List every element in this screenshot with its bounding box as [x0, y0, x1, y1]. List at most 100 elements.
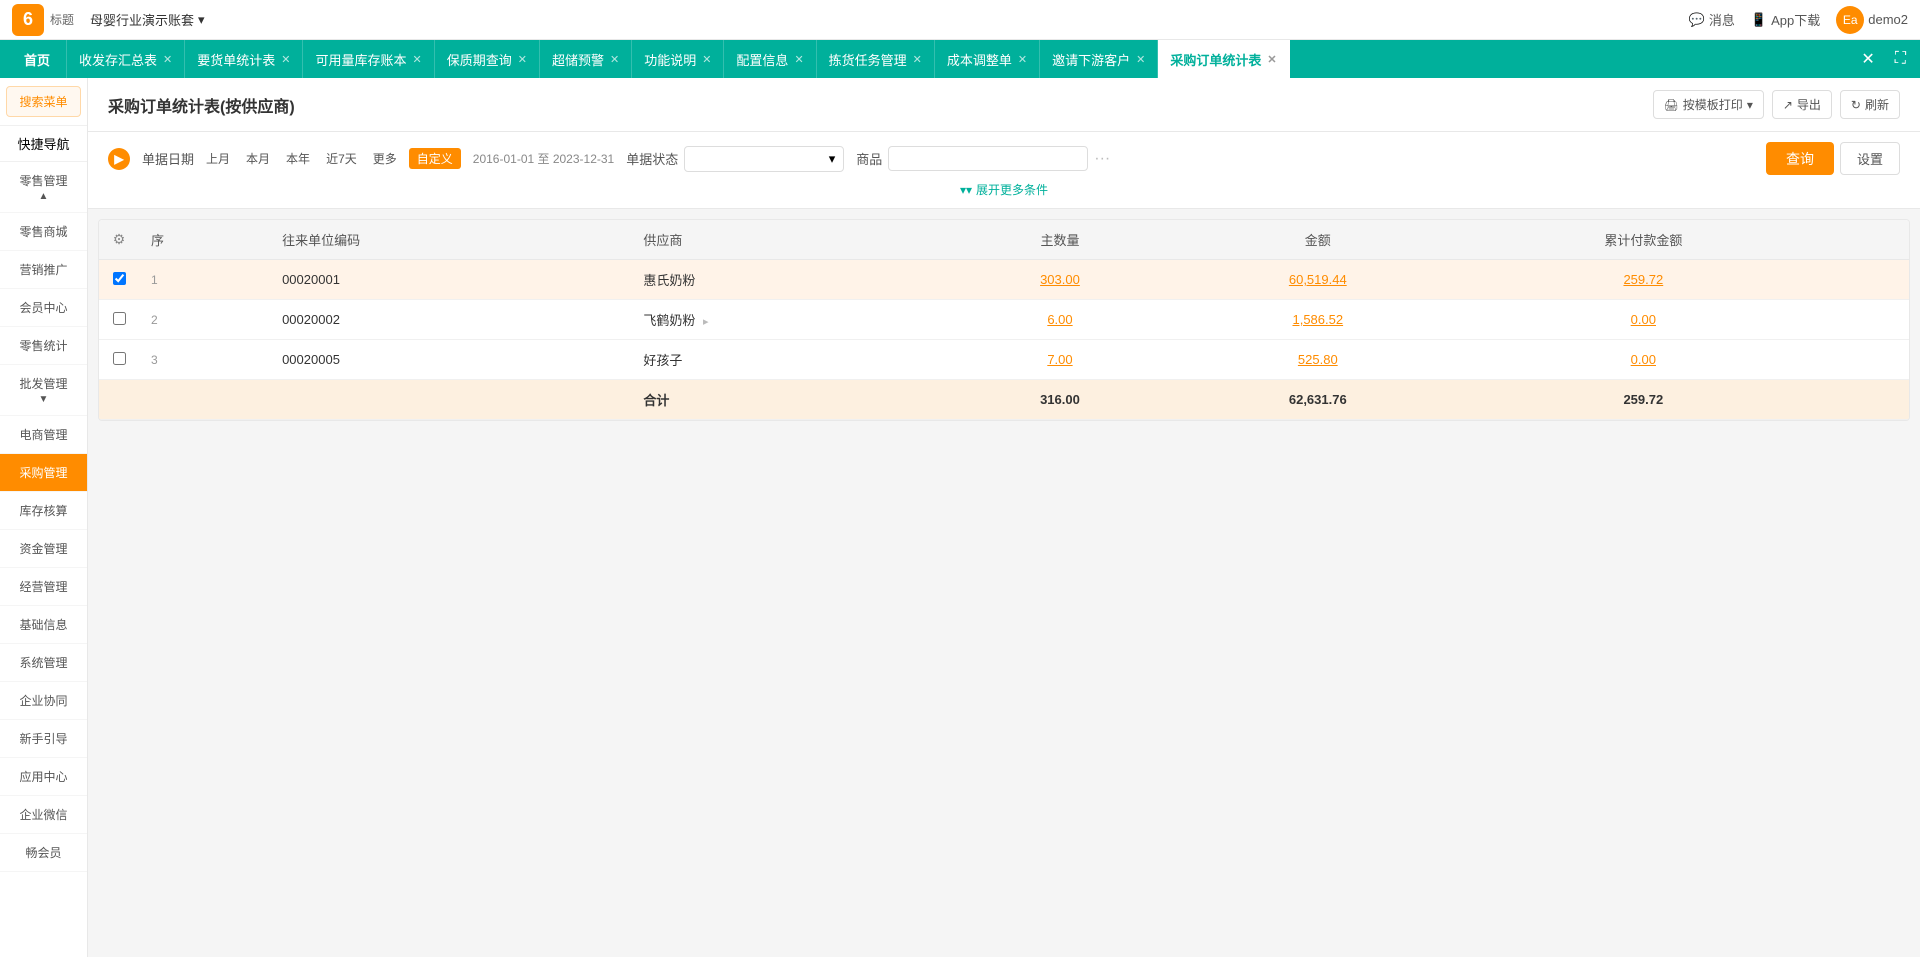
tab-expiry-query[interactable]: 保质期查询 ✕	[435, 40, 540, 78]
row-expand-icon[interactable]: ▸	[703, 316, 709, 328]
tab-order-summary-close[interactable]: ✕	[281, 53, 290, 66]
tab-order-summary[interactable]: 要货单统计表 ✕	[185, 40, 303, 78]
tab-cost-adjust[interactable]: 成本调整单 ✕	[935, 40, 1040, 78]
refresh-btn[interactable]: ↻ 刷新	[1840, 90, 1900, 119]
filter-goods-more-icon[interactable]: ···	[1094, 150, 1110, 168]
sidebar-item-enterprise-wechat[interactable]: 企业微信	[0, 796, 87, 834]
refresh-icon: ↻	[1851, 98, 1861, 112]
row-checkbox-1[interactable]	[99, 300, 139, 340]
sidebar-nav-btn[interactable]: 快捷导航	[0, 126, 87, 162]
row-supplier-name-2: 好孩子	[631, 340, 947, 380]
workspace-selector[interactable]: 母婴行业演示账套 ▾	[82, 6, 213, 33]
sidebar-item-ecommerce-mgmt[interactable]: 电商管理	[0, 416, 87, 454]
tab-purchase-summary-close[interactable]: ✕	[1267, 53, 1276, 66]
filter-shortcut-this-year[interactable]: 本年	[280, 148, 316, 169]
tab-purchase-summary[interactable]: 采购订单统计表 ✕	[1158, 40, 1289, 78]
user-area[interactable]: Ea demo2	[1836, 6, 1908, 34]
tab-invite-downstream-close[interactable]: ✕	[1136, 53, 1145, 66]
tab-config-info-close[interactable]: ✕	[794, 53, 803, 66]
row-amount-2[interactable]: 525.80	[1173, 340, 1463, 380]
sidebar-item-purchase-mgmt[interactable]: 采购管理	[0, 454, 87, 492]
tab-close-all-btn[interactable]: ✕	[1855, 45, 1880, 73]
sidebar-item-retail-management[interactable]: 零售管理 ▲	[0, 162, 87, 213]
sidebar-item-new-guide[interactable]: 新手引导	[0, 720, 87, 758]
tab-overstock-warning[interactable]: 超储预警 ✕	[540, 40, 632, 78]
filter-shortcut-this-month[interactable]: 本月	[240, 148, 276, 169]
sidebar-item-basic-info[interactable]: 基础信息	[0, 606, 87, 644]
app-download-btn[interactable]: 📱 App下载	[1751, 10, 1820, 29]
sidebar-item-marketing[interactable]: 营销推广	[0, 251, 87, 289]
tab-stow-task-close[interactable]: ✕	[913, 53, 922, 66]
filter-shortcut-more[interactable]: 更多	[367, 148, 403, 169]
tab-home[interactable]: 首页	[8, 40, 67, 78]
tab-function-desc-close[interactable]: ✕	[702, 53, 711, 66]
row-amount-1[interactable]: 1,586.52	[1173, 300, 1463, 340]
workspace-arrow-icon: ▾	[198, 12, 205, 28]
top-bar-right: 💬 消息 📱 App下载 Ea demo2	[1689, 6, 1908, 34]
filter-shortcut-last-month[interactable]: 上月	[200, 148, 236, 169]
tab-overstock-warning-label: 超储预警	[552, 50, 604, 69]
tab-function-desc[interactable]: 功能说明 ✕	[632, 40, 724, 78]
sidebar-search-btn[interactable]: 搜索菜单	[6, 86, 81, 117]
sidebar-item-inventory-check[interactable]: 库存核算	[0, 492, 87, 530]
row-cumulative-paid-0[interactable]: 259.72	[1463, 260, 1824, 300]
tab-receive-summary-close[interactable]: ✕	[163, 53, 172, 66]
filter-goods-field[interactable]	[897, 151, 1079, 166]
tab-stow-task[interactable]: 拣货任务管理 ✕	[817, 40, 935, 78]
filter-toggle-btn[interactable]: ▶	[108, 148, 130, 170]
sidebar-item-retail-management-label: 零售管理	[19, 172, 67, 189]
row-main-qty-1[interactable]: 6.00	[947, 300, 1173, 340]
sidebar-item-enterprise-wechat-label: 企业微信	[19, 808, 67, 822]
filter-status-select[interactable]: ▾	[684, 146, 844, 172]
sidebar-item-system-mgmt[interactable]: 系统管理	[0, 644, 87, 682]
top-bar: 6 标题 母婴行业演示账套 ▾ 💬 消息 📱 App下载 Ea demo2	[0, 0, 1920, 40]
sidebar-item-finance-mgmt-label: 资金管理	[19, 542, 67, 556]
row-supplier-code-2: 00020005	[270, 340, 631, 380]
tab-expiry-query-label: 保质期查询	[447, 50, 512, 69]
tab-available-stock[interactable]: 可用量库存账本 ✕	[303, 40, 434, 78]
template-print-btn[interactable]: 🖨 按模板打印 ▾	[1653, 90, 1764, 119]
tab-available-stock-close[interactable]: ✕	[413, 53, 422, 66]
tab-invite-downstream[interactable]: 邀请下游客户 ✕	[1040, 40, 1158, 78]
sidebar-item-retail-stats[interactable]: 零售统计	[0, 327, 87, 365]
tab-cost-adjust-close[interactable]: ✕	[1018, 53, 1027, 66]
row-main-qty-2[interactable]: 7.00	[947, 340, 1173, 380]
workspace-label: 母婴行业演示账套	[90, 10, 194, 29]
export-btn[interactable]: ↗ 导出	[1772, 90, 1832, 119]
filter-shortcut-7days[interactable]: 近7天	[320, 148, 363, 169]
col-extra	[1824, 220, 1909, 260]
row-cumulative-paid-1[interactable]: 0.00	[1463, 300, 1824, 340]
sidebar-item-enterprise-coop[interactable]: 企业协同	[0, 682, 87, 720]
expand-more-btn[interactable]: ▾▾ 展开更多条件	[108, 181, 1900, 198]
row-amount-0[interactable]: 60,519.44	[1173, 260, 1463, 300]
settings-btn[interactable]: 设置	[1840, 142, 1900, 175]
filter-goods-input[interactable]	[888, 146, 1088, 171]
message-btn[interactable]: 💬 消息	[1689, 10, 1735, 29]
row-check-2[interactable]	[113, 352, 126, 365]
row-cumulative-paid-2[interactable]: 0.00	[1463, 340, 1824, 380]
sidebar-item-retail-mall[interactable]: 零售商城	[0, 213, 87, 251]
sidebar-item-wholesale-mgmt-label: 批发管理	[19, 375, 67, 392]
export-icon: ↗	[1783, 98, 1793, 112]
sidebar-item-finance-mgmt[interactable]: 资金管理	[0, 530, 87, 568]
table-settings-icon[interactable]: ⚙	[113, 231, 126, 247]
col-settings[interactable]: ⚙	[99, 220, 139, 260]
row-check-1[interactable]	[113, 312, 126, 325]
row-main-qty-0[interactable]: 303.00	[947, 260, 1173, 300]
tab-expiry-query-close[interactable]: ✕	[518, 53, 527, 66]
tab-maximize-btn[interactable]: ⛶	[1889, 46, 1912, 72]
footer-main-qty-cell: 316.00	[947, 380, 1173, 420]
row-checkbox-2[interactable]	[99, 340, 139, 380]
row-checkbox-0[interactable]	[99, 260, 139, 300]
sidebar-item-app-center[interactable]: 应用中心	[0, 758, 87, 796]
tab-config-info[interactable]: 配置信息 ✕	[724, 40, 816, 78]
sidebar-item-ops-mgmt[interactable]: 经营管理	[0, 568, 87, 606]
filter-date-tag[interactable]: 自定义	[409, 148, 461, 169]
sidebar-item-vip-member[interactable]: 畅会员	[0, 834, 87, 872]
tab-receive-summary[interactable]: 收发存汇总表 ✕	[67, 40, 185, 78]
row-check-0[interactable]	[113, 272, 126, 285]
tab-overstock-warning-close[interactable]: ✕	[610, 53, 619, 66]
query-btn[interactable]: 查询	[1766, 142, 1834, 175]
sidebar-item-member-center[interactable]: 会员中心	[0, 289, 87, 327]
sidebar-item-wholesale-mgmt[interactable]: 批发管理 ▼	[0, 365, 87, 416]
